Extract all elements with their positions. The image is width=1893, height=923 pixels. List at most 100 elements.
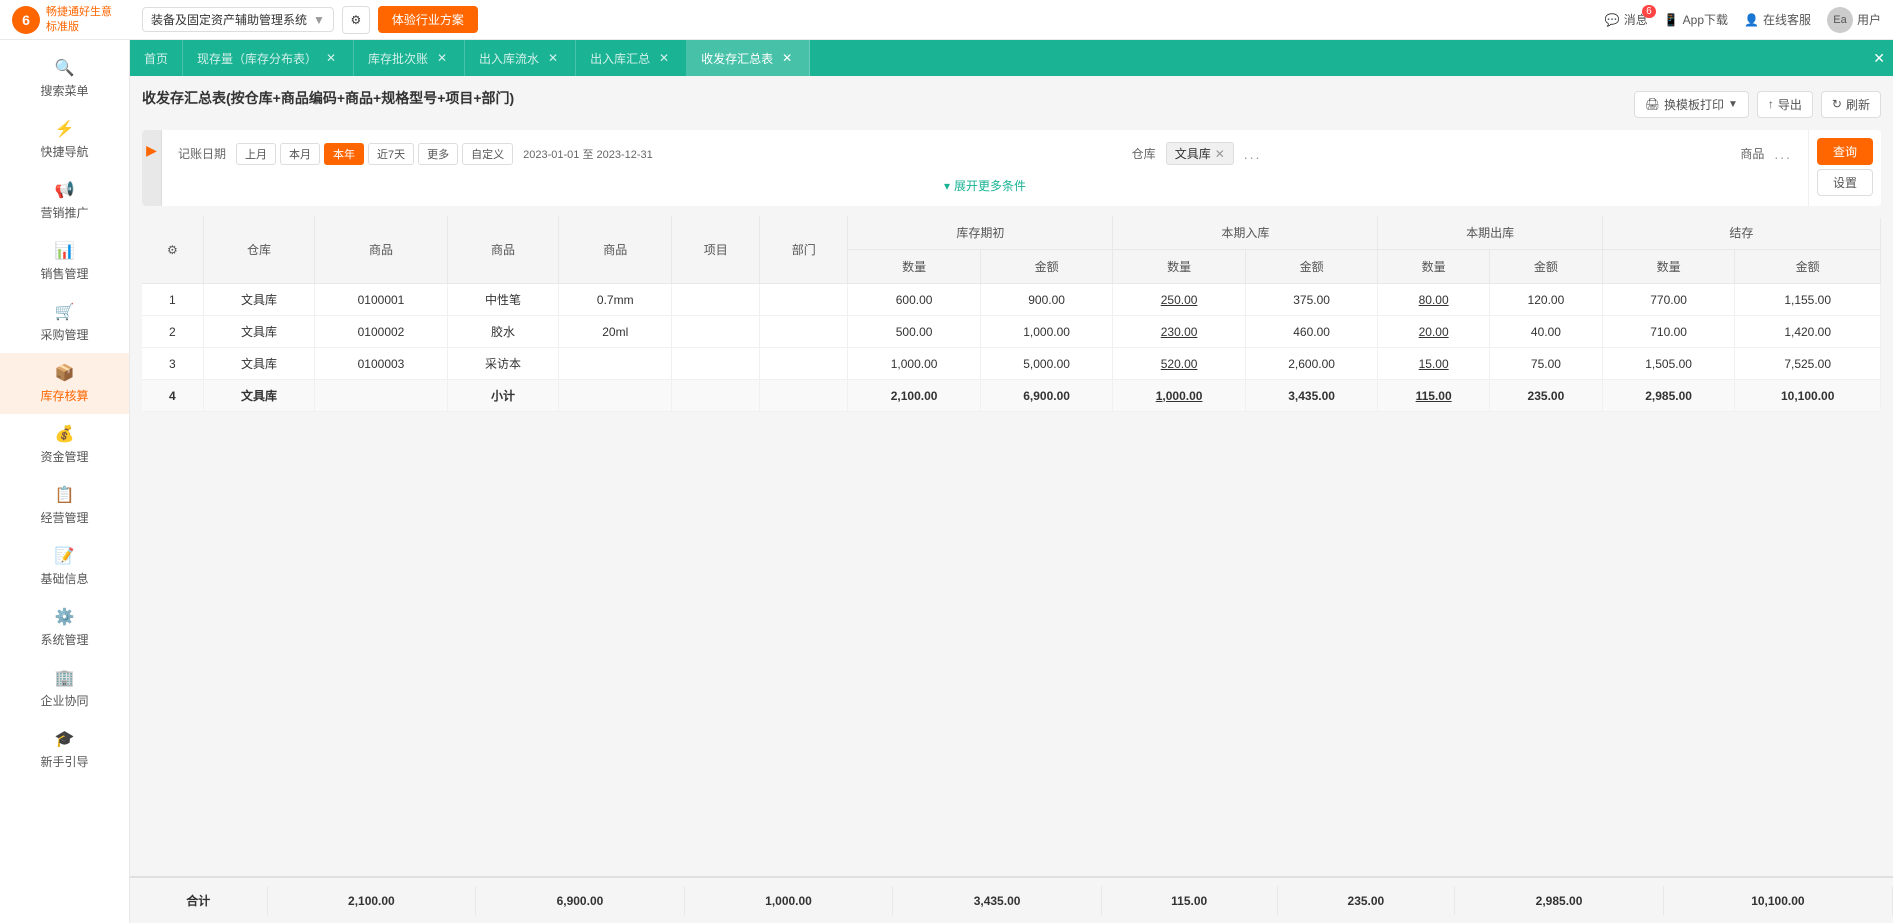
sidebar-item-quick[interactable]: ⚡ 快捷导航 [0, 109, 129, 170]
refresh-button[interactable]: ↻ 刷新 [1821, 91, 1881, 118]
newbie-icon: 🎓 [55, 729, 75, 749]
tab-summary[interactable]: 出入库汇总 ✕ [576, 40, 687, 76]
date-btn-7days[interactable]: 近7天 [368, 143, 414, 165]
query-button[interactable]: 查询 [1817, 138, 1873, 165]
row-in-qty[interactable]: 250.00 [1113, 284, 1246, 316]
tab-inventory-dist[interactable]: 现存量（库存分布表） ✕ [183, 40, 354, 76]
sidebar-item-system[interactable]: ⚙️ 系统管理 [0, 597, 129, 658]
tab-home[interactable]: 首页 [130, 40, 183, 76]
row-bal-amt: 1,155.00 [1735, 284, 1881, 316]
th-open-amt: 金额 [980, 250, 1113, 284]
table-settings-icon[interactable]: ⚙ [167, 243, 178, 257]
message-button[interactable]: 💬 消息 6 [1605, 11, 1648, 28]
sidebar-item-finance[interactable]: 💰 资金管理 [0, 414, 129, 475]
trial-button[interactable]: 体验行业方案 [378, 6, 478, 33]
footer-bal-qty: 2,985.00 [1455, 886, 1664, 915]
row-num: 1 [142, 284, 203, 316]
th-in-qty: 数量 [1113, 250, 1246, 284]
table-row: 2 文具库 0100002 胶水 20ml 500.00 1,000.00 23… [142, 316, 1881, 348]
row-out-qty[interactable]: 80.00 [1378, 284, 1490, 316]
date-btn-this-month[interactable]: 本月 [280, 143, 320, 165]
message-badge: 6 [1642, 5, 1656, 18]
sidebar-item-inventory[interactable]: 📦 库存核算 [0, 353, 129, 414]
row-open-qty: 500.00 [848, 316, 981, 348]
title-toolbar-row: 收发存汇总表(按仓库+商品编码+商品+规格型号+项目+部门) 🖨 换模板打印 ▼… [142, 88, 1881, 120]
th-spec: 商品 [559, 216, 672, 284]
sidebar-item-operations[interactable]: 📋 经营管理 [0, 475, 129, 536]
table-row: 3 文具库 0100003 采访本 1,000.00 5,000.00 520.… [142, 348, 1881, 380]
tab-close-inventory-dist[interactable]: ✕ [323, 50, 339, 66]
finance-icon: 💰 [55, 424, 75, 444]
settings-icon[interactable]: ⚙ [342, 6, 370, 34]
row-bal-qty: 1,505.00 [1602, 348, 1735, 380]
sidebar-item-basic[interactable]: 📝 基础信息 [0, 536, 129, 597]
expand-row: ▾ 展开更多条件 [178, 173, 1792, 194]
system-selector[interactable]: 装备及固定资产辅助管理系统 ▼ [142, 7, 334, 32]
expand-button[interactable]: ▾ 展开更多条件 [944, 177, 1026, 194]
inventory-icon: 📦 [55, 363, 75, 383]
collapse-arrow[interactable]: ▶ [142, 130, 162, 206]
sidebar-item-newbie[interactable]: 🎓 新手引导 [0, 719, 129, 780]
th-settings: ⚙ [142, 216, 203, 284]
subtotal-spec [559, 380, 672, 412]
sidebar-item-search[interactable]: 🔍 搜索菜单 [0, 48, 129, 109]
row-dept [760, 316, 848, 348]
subtotal-out-qty[interactable]: 115.00 [1378, 380, 1490, 412]
warehouse-tag-close[interactable]: ✕ [1215, 147, 1225, 161]
online-service-button[interactable]: 👤 在线客服 [1744, 11, 1811, 28]
tab-close-recv-send[interactable]: ✕ [779, 50, 795, 66]
chevron-down-icon: ▼ [1728, 99, 1738, 110]
operations-icon: 📋 [55, 485, 75, 505]
expand-icon: ▾ [944, 179, 950, 193]
tab-close-summary[interactable]: ✕ [656, 50, 672, 66]
tab-flow[interactable]: 出入库流水 ✕ [465, 40, 576, 76]
app-download-button[interactable]: 📱 App下载 [1664, 11, 1728, 28]
sidebar-item-corp[interactable]: 🏢 企业协同 [0, 658, 129, 719]
service-icon: 👤 [1744, 13, 1759, 27]
row-open-amt: 5,000.00 [980, 348, 1113, 380]
tab-close-batch[interactable]: ✕ [434, 50, 450, 66]
date-btn-this-year[interactable]: 本年 [324, 143, 364, 165]
row-project [672, 348, 760, 380]
template-print-button[interactable]: 🖨 换模板打印 ▼ [1634, 91, 1749, 118]
date-btn-last-month[interactable]: 上月 [236, 143, 276, 165]
sidebar-item-purchase[interactable]: 🛒 采购管理 [0, 292, 129, 353]
export-button[interactable]: ↑ 导出 [1757, 91, 1813, 118]
tab-close-flow[interactable]: ✕ [545, 50, 561, 66]
row-name: 采访本 [447, 348, 559, 380]
date-buttons: 上月 本月 本年 近7天 更多 自定义 [236, 143, 513, 165]
date-range-text: 2023-01-01 至 2023-12-31 [523, 146, 653, 162]
page-title: 收发存汇总表(按仓库+商品编码+商品+规格型号+项目+部门) [142, 88, 514, 108]
row-bal-qty: 770.00 [1602, 284, 1735, 316]
goods-dots[interactable]: ... [1774, 146, 1792, 162]
warehouse-dots[interactable]: ... [1244, 146, 1262, 162]
row-in-qty[interactable]: 520.00 [1113, 348, 1246, 380]
row-out-amt: 40.00 [1489, 316, 1602, 348]
sidebar-item-marketing[interactable]: 📢 营销推广 [0, 170, 129, 231]
row-open-qty: 600.00 [848, 284, 981, 316]
subtotal-in-qty[interactable]: 1,000.00 [1113, 380, 1246, 412]
row-in-qty[interactable]: 230.00 [1113, 316, 1246, 348]
footer-in-amt: 3,435.00 [893, 886, 1102, 915]
row-dept [760, 284, 848, 316]
tab-recv-send[interactable]: 收发存汇总表 ✕ [687, 40, 810, 76]
row-bal-amt: 7,525.00 [1735, 348, 1881, 380]
tab-bar-close-icon[interactable]: ✕ [1873, 50, 1885, 67]
refresh-icon: ↻ [1832, 97, 1842, 111]
th-group-out: 本期出库 [1378, 216, 1603, 250]
date-btn-more[interactable]: 更多 [418, 143, 458, 165]
top-right-area: 💬 消息 6 📱 App下载 👤 在线客服 Ea 用户 [1605, 7, 1881, 33]
goods-label: 商品 [1740, 145, 1764, 162]
settings-button[interactable]: 设置 [1817, 169, 1873, 196]
footer-open-amt: 6,900.00 [476, 886, 685, 915]
sidebar-item-sales[interactable]: 📊 销售管理 [0, 231, 129, 292]
row-out-qty[interactable]: 15.00 [1378, 348, 1490, 380]
row-project [672, 284, 760, 316]
th-group-balance: 结存 [1602, 216, 1880, 250]
tab-batch[interactable]: 库存批次账 ✕ [354, 40, 465, 76]
logo-area: 6 畅捷通好生意 标准版 [12, 5, 142, 34]
row-out-qty[interactable]: 20.00 [1378, 316, 1490, 348]
date-btn-custom[interactable]: 自定义 [462, 143, 513, 165]
row-out-amt: 120.00 [1489, 284, 1602, 316]
user-button[interactable]: Ea 用户 [1827, 7, 1881, 33]
